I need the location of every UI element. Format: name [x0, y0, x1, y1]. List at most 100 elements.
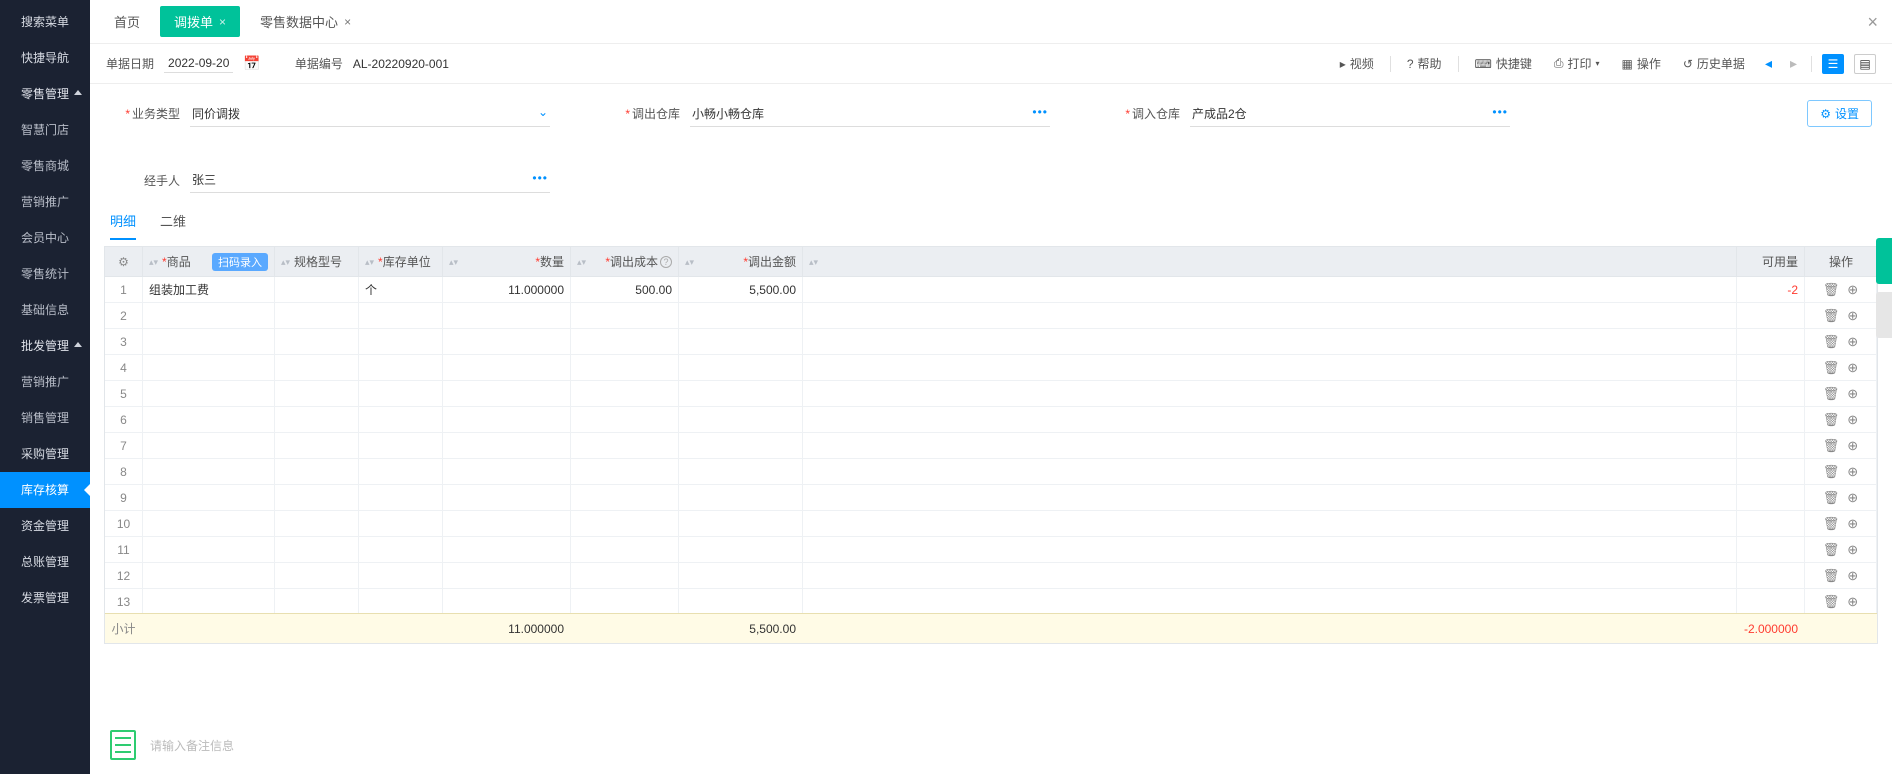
col-product[interactable]: ▴▾*商品扫码录入 — [143, 247, 275, 276]
help-button[interactable]: ?帮助 — [1401, 53, 1448, 74]
cell-cost[interactable] — [571, 407, 679, 432]
cell-product[interactable] — [143, 407, 275, 432]
cell-product[interactable] — [143, 589, 275, 613]
cell-cost[interactable] — [571, 381, 679, 406]
cell-product[interactable] — [143, 459, 275, 484]
cell-spec[interactable] — [275, 303, 359, 328]
add-icon[interactable]: ⊕ — [1847, 594, 1858, 610]
tab-transfer[interactable]: 调拨单× — [160, 6, 240, 37]
remark-input[interactable]: 请输入备注信息 — [150, 737, 1872, 754]
cell-spec[interactable] — [275, 459, 359, 484]
add-icon[interactable]: ⊕ — [1847, 516, 1858, 532]
sidebar-item-smartstore[interactable]: 智慧门店 — [0, 112, 90, 148]
add-icon[interactable]: ⊕ — [1847, 360, 1858, 376]
delete-icon[interactable]: 🗑 — [1823, 308, 1840, 324]
cell-spec[interactable] — [275, 563, 359, 588]
cell-unit[interactable] — [359, 537, 443, 562]
cell-cost[interactable] — [571, 537, 679, 562]
delete-icon[interactable]: 🗑 — [1823, 568, 1840, 584]
delete-icon[interactable]: 🗑 — [1823, 334, 1840, 350]
inwh-select[interactable]: 产成品2仓••• — [1190, 101, 1510, 127]
cell-unit[interactable] — [359, 511, 443, 536]
cell-spec[interactable] — [275, 355, 359, 380]
cell-cost[interactable] — [571, 511, 679, 536]
table-row[interactable]: 8🗑⊕ — [105, 459, 1877, 485]
settings-button[interactable]: ⚙设置 — [1807, 100, 1872, 127]
outwh-select[interactable]: 小畅小畅仓库••• — [690, 101, 1050, 127]
cell-spec[interactable] — [275, 433, 359, 458]
add-icon[interactable]: ⊕ — [1847, 490, 1858, 506]
handler-select[interactable]: 张三••• — [190, 167, 550, 193]
cell-cost[interactable] — [571, 329, 679, 354]
delete-icon[interactable]: 🗑 — [1823, 516, 1840, 532]
cell-amt[interactable] — [679, 563, 803, 588]
cell-cost[interactable] — [571, 459, 679, 484]
cell-spec[interactable] — [275, 485, 359, 510]
cell-cost[interactable] — [571, 433, 679, 458]
cell-cost[interactable]: 500.00 — [571, 277, 679, 302]
calendar-icon[interactable]: 📅 — [243, 55, 260, 72]
gear-column[interactable]: ⚙ — [105, 247, 143, 276]
cell-spec[interactable] — [275, 511, 359, 536]
cell-unit[interactable] — [359, 407, 443, 432]
col-amt[interactable]: ▴▾*调出金额 — [679, 247, 803, 276]
cell-cost[interactable] — [571, 589, 679, 613]
cell-qty[interactable] — [443, 381, 571, 406]
cell-spec[interactable] — [275, 537, 359, 562]
print-button[interactable]: ⎙打印▾ — [1548, 53, 1606, 74]
add-icon[interactable]: ⊕ — [1847, 464, 1858, 480]
sidebar-item-invoice[interactable]: 发票管理 — [0, 580, 90, 616]
sidebar-item-marketing[interactable]: 营销推广 — [0, 184, 90, 220]
cell-unit[interactable] — [359, 303, 443, 328]
cell-unit[interactable] — [359, 485, 443, 510]
table-row[interactable]: 13🗑⊕ — [105, 589, 1877, 613]
cell-product[interactable] — [143, 511, 275, 536]
prev-button[interactable]: ◂ — [1761, 55, 1776, 72]
biztype-select[interactable]: 同价调拨⌄ — [190, 101, 550, 127]
cell-qty[interactable] — [443, 485, 571, 510]
sidebar-item-purchase[interactable]: 采购管理 — [0, 436, 90, 472]
table-row[interactable]: 12🗑⊕ — [105, 563, 1877, 589]
cell-amt[interactable] — [679, 355, 803, 380]
col-cost[interactable]: ▴▾*调出成本? — [571, 247, 679, 276]
col-unit[interactable]: ▴▾*库存单位 — [359, 247, 443, 276]
tab-home[interactable]: 首页 — [100, 6, 154, 37]
cell-qty[interactable] — [443, 589, 571, 613]
cell-qty[interactable] — [443, 407, 571, 432]
add-icon[interactable]: ⊕ — [1847, 542, 1858, 558]
cell-qty[interactable] — [443, 459, 571, 484]
cell-unit[interactable] — [359, 381, 443, 406]
cell-spec[interactable] — [275, 407, 359, 432]
drawer-tab-1[interactable] — [1876, 238, 1892, 284]
delete-icon[interactable]: 🗑 — [1823, 594, 1840, 610]
cell-cost[interactable] — [571, 563, 679, 588]
cell-qty[interactable] — [443, 303, 571, 328]
cell-unit[interactable] — [359, 355, 443, 380]
tab-retail-data[interactable]: 零售数据中心× — [246, 6, 365, 37]
sidebar-item-search[interactable]: 搜索菜单 — [0, 4, 90, 40]
col-avail[interactable]: 可用量 — [1737, 247, 1805, 276]
add-icon[interactable]: ⊕ — [1847, 412, 1858, 428]
delete-icon[interactable]: 🗑 — [1823, 490, 1840, 506]
cell-qty[interactable] — [443, 511, 571, 536]
cell-product[interactable] — [143, 485, 275, 510]
cell-qty[interactable] — [443, 563, 571, 588]
cell-product[interactable] — [143, 563, 275, 588]
sidebar-item-ledger[interactable]: 总账管理 — [0, 544, 90, 580]
cell-product[interactable] — [143, 329, 275, 354]
sidebar-item-member[interactable]: 会员中心 — [0, 220, 90, 256]
scan-button[interactable]: 扫码录入 — [212, 253, 268, 271]
cell-spec[interactable] — [275, 381, 359, 406]
delete-icon[interactable]: 🗑 — [1823, 282, 1840, 298]
cell-cost[interactable] — [571, 485, 679, 510]
more-icon[interactable]: ••• — [1032, 105, 1048, 119]
cell-cost[interactable] — [571, 355, 679, 380]
add-icon[interactable]: ⊕ — [1847, 334, 1858, 350]
close-icon[interactable]: × — [344, 15, 351, 29]
add-icon[interactable]: ⊕ — [1847, 282, 1858, 298]
table-row[interactable]: 5🗑⊕ — [105, 381, 1877, 407]
info-icon[interactable]: ? — [660, 256, 672, 268]
sidebar-item-inventory[interactable]: 库存核算 — [0, 472, 90, 508]
table-row[interactable]: 7🗑⊕ — [105, 433, 1877, 459]
sidebar-item-quicknav[interactable]: 快捷导航 — [0, 40, 90, 76]
